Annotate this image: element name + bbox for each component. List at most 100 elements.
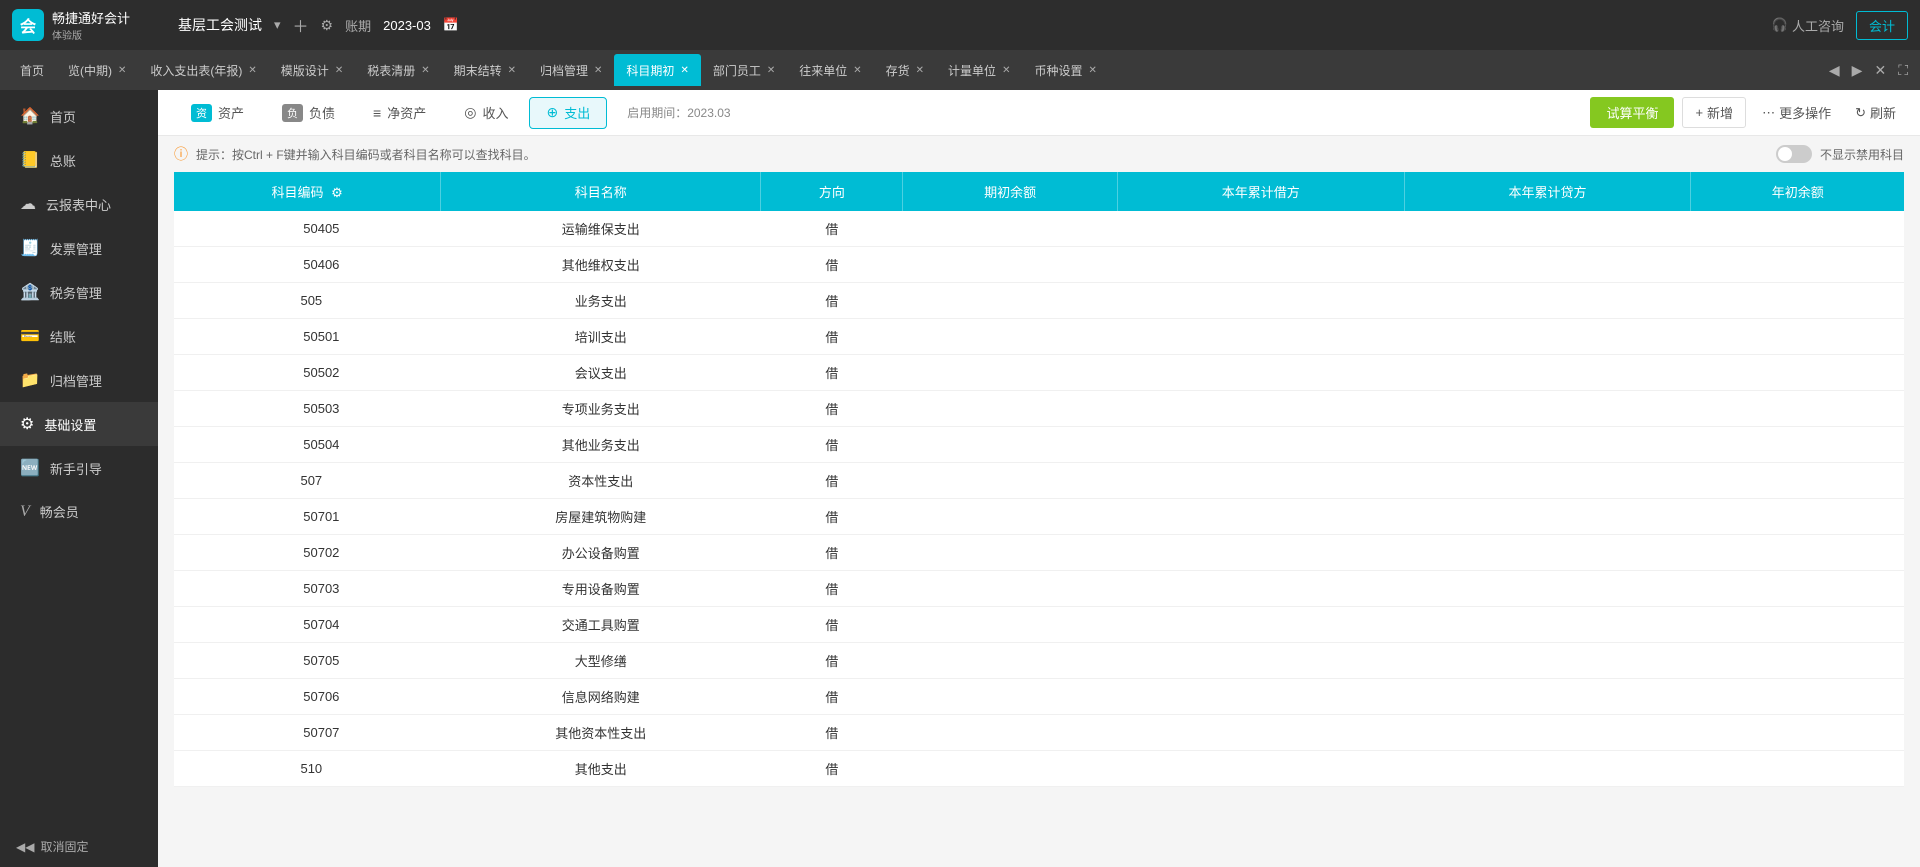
cell-ytd-debit xyxy=(1117,391,1404,427)
table-row[interactable]: 50405 运输维保支出 借 xyxy=(174,211,1904,247)
table-row[interactable]: 50701 房屋建筑物购建 借 xyxy=(174,499,1904,535)
cell-code: 50704 xyxy=(174,607,441,643)
tab-currency[interactable]: 币种设置 ✕ xyxy=(1022,54,1108,86)
table-row[interactable]: 50704 交通工具购置 借 xyxy=(174,607,1904,643)
tab-income-report[interactable]: 收入支出表(年报) ✕ xyxy=(138,54,268,86)
sidebar-item-cloud-report[interactable]: ☁ 云报表中心 xyxy=(0,182,158,226)
disabled-toggle-switch[interactable] xyxy=(1776,145,1812,163)
cell-ytd-credit xyxy=(1404,607,1691,643)
refresh-btn[interactable]: ↻ 刷新 xyxy=(1847,98,1904,127)
sub-tab-income[interactable]: ◎ 收入 xyxy=(447,97,525,129)
table-row[interactable]: 50406 其他维权支出 借 xyxy=(174,247,1904,283)
cell-opening-balance xyxy=(903,247,1117,283)
calc-balance-btn[interactable]: 试算平衡 xyxy=(1590,97,1674,128)
cancel-pin-btn[interactable]: ◀◀ 取消固定 xyxy=(0,826,158,867)
tab-contact[interactable]: 往来单位 ✕ xyxy=(787,54,873,86)
sub-tab-liability[interactable]: 负 负债 xyxy=(265,97,352,129)
more-ops-btn[interactable]: ⋯ 更多操作 xyxy=(1754,98,1839,127)
sidebar-item-member[interactable]: V 畅会员 xyxy=(0,490,158,533)
table-row[interactable]: 50503 专项业务支出 借 xyxy=(174,391,1904,427)
cell-direction: 借 xyxy=(761,211,903,247)
sub-tab-asset[interactable]: 资 资产 xyxy=(174,97,261,129)
toggle-label: 不显示禁用科目 xyxy=(1820,146,1904,163)
sidebar-item-tax[interactable]: 🏦 税务管理 xyxy=(0,270,158,314)
sub-tab-net-asset[interactable]: ≡ 净资产 xyxy=(356,97,443,129)
cell-ytd-debit xyxy=(1117,247,1404,283)
tab-close-icon[interactable]: ✕ xyxy=(248,65,256,76)
tab-template[interactable]: 模版设计 ✕ xyxy=(269,54,355,86)
tab-close-icon[interactable]: ✕ xyxy=(680,65,688,76)
cell-opening-balance xyxy=(903,715,1117,751)
tab-archive[interactable]: 归档管理 ✕ xyxy=(528,54,614,86)
table-row[interactable]: 50504 其他业务支出 借 xyxy=(174,427,1904,463)
cell-code: 50707 xyxy=(174,715,441,751)
sidebar-item-invoice[interactable]: 🧾 发票管理 xyxy=(0,226,158,270)
table-row[interactable]: 50501 培训支出 借 xyxy=(174,319,1904,355)
tab-tax[interactable]: 税表清册 ✕ xyxy=(355,54,441,86)
sidebar-item-home[interactable]: 🏠 首页 xyxy=(0,94,158,138)
tab-close-icon[interactable]: ✕ xyxy=(508,65,516,76)
tab-home[interactable]: 首页 xyxy=(8,54,56,86)
cell-ytd-credit xyxy=(1404,643,1691,679)
tab-period-end[interactable]: 期末结转 ✕ xyxy=(442,54,528,86)
cell-ytd-credit xyxy=(1404,247,1691,283)
sidebar-item-settings[interactable]: ⚙ 基础设置 xyxy=(0,402,158,446)
tab-period[interactable]: 览(中期) ✕ xyxy=(56,54,138,86)
table-row[interactable]: 50703 专用设备购置 借 xyxy=(174,571,1904,607)
cell-direction: 借 xyxy=(761,427,903,463)
tab-next-btn[interactable]: ▶ xyxy=(1848,62,1867,79)
tab-prev-btn[interactable]: ◀ xyxy=(1825,62,1844,79)
table-row[interactable]: 50706 信息网络购建 借 xyxy=(174,679,1904,715)
tab-close-icon[interactable]: ✕ xyxy=(853,65,861,76)
tab-label: 模版设计 xyxy=(281,62,329,79)
add-btn[interactable]: + 新增 xyxy=(1682,97,1746,128)
cell-code: 50706 xyxy=(174,679,441,715)
tab-department[interactable]: 部门员工 ✕ xyxy=(701,54,787,86)
table-row[interactable]: 50502 会议支出 借 xyxy=(174,355,1904,391)
tab-close-icon[interactable]: ✕ xyxy=(594,65,602,76)
cell-opening-balance xyxy=(903,355,1117,391)
sidebar-item-settlement[interactable]: 💳 结账 xyxy=(0,314,158,358)
tab-fullscreen-btn[interactable]: ⛶ xyxy=(1894,62,1912,79)
table-row[interactable]: 507 资本性支出 借 xyxy=(174,463,1904,499)
calendar-icon[interactable]: 📅 xyxy=(443,17,459,33)
table-row[interactable]: 50707 其他资本性支出 借 xyxy=(174,715,1904,751)
tab-close-icon[interactable]: ✕ xyxy=(767,65,775,76)
col-ytd-debit: 本年累计借方 xyxy=(1117,172,1404,211)
table-row[interactable]: 50702 办公设备购置 借 xyxy=(174,535,1904,571)
asset-tag: 资 xyxy=(191,104,212,122)
col-settings-icon[interactable]: ⚙ xyxy=(331,185,343,201)
cell-ytd-balance xyxy=(1691,607,1904,643)
tab-close-icon[interactable]: ✕ xyxy=(421,65,429,76)
tab-close-icon[interactable]: ✕ xyxy=(1088,65,1096,76)
cell-ytd-debit xyxy=(1117,319,1404,355)
cell-code: 50502 xyxy=(174,355,441,391)
liability-tag: 负 xyxy=(282,104,303,122)
sub-tab-expense[interactable]: ⊕ 支出 xyxy=(529,97,607,129)
tab-close-icon[interactable]: ✕ xyxy=(1002,65,1010,76)
sidebar-item-ledger[interactable]: 📒 总账 xyxy=(0,138,158,182)
tab-close-icon[interactable]: ✕ xyxy=(916,65,924,76)
sidebar-item-guide[interactable]: 🆕 新手引导 xyxy=(0,446,158,490)
tab-subject-period[interactable]: 科目期初 ✕ xyxy=(614,54,700,86)
tab-close-icon[interactable]: ✕ xyxy=(335,65,343,76)
company-dropdown-icon[interactable]: ▾ xyxy=(274,17,281,33)
cell-ytd-balance xyxy=(1691,679,1904,715)
settings-icon[interactable]: ⚙ xyxy=(321,17,334,34)
tab-close-all-btn[interactable]: ✕ xyxy=(1870,62,1890,79)
table-row[interactable]: 50705 大型修缮 借 xyxy=(174,643,1904,679)
tab-inventory[interactable]: 存货 ✕ xyxy=(874,54,936,86)
tab-unit[interactable]: 计量单位 ✕ xyxy=(936,54,1022,86)
cell-opening-balance xyxy=(903,643,1117,679)
tab-close-icon[interactable]: ✕ xyxy=(118,65,126,76)
company-name[interactable]: 基层工会测试 xyxy=(178,15,262,35)
service-btn[interactable]: 🎧 人工咨询 xyxy=(1772,16,1844,35)
table-row[interactable]: 510 其他支出 借 xyxy=(174,751,1904,787)
cell-ytd-credit xyxy=(1404,751,1691,787)
account-btn[interactable]: 会计 xyxy=(1856,11,1908,40)
cell-name: 交通工具购置 xyxy=(441,607,761,643)
sidebar-item-archive[interactable]: 📁 归档管理 xyxy=(0,358,158,402)
tab-label: 归档管理 xyxy=(540,62,588,79)
add-tab-btn[interactable]: ＋ xyxy=(293,13,309,37)
table-row[interactable]: 505 业务支出 借 xyxy=(174,283,1904,319)
